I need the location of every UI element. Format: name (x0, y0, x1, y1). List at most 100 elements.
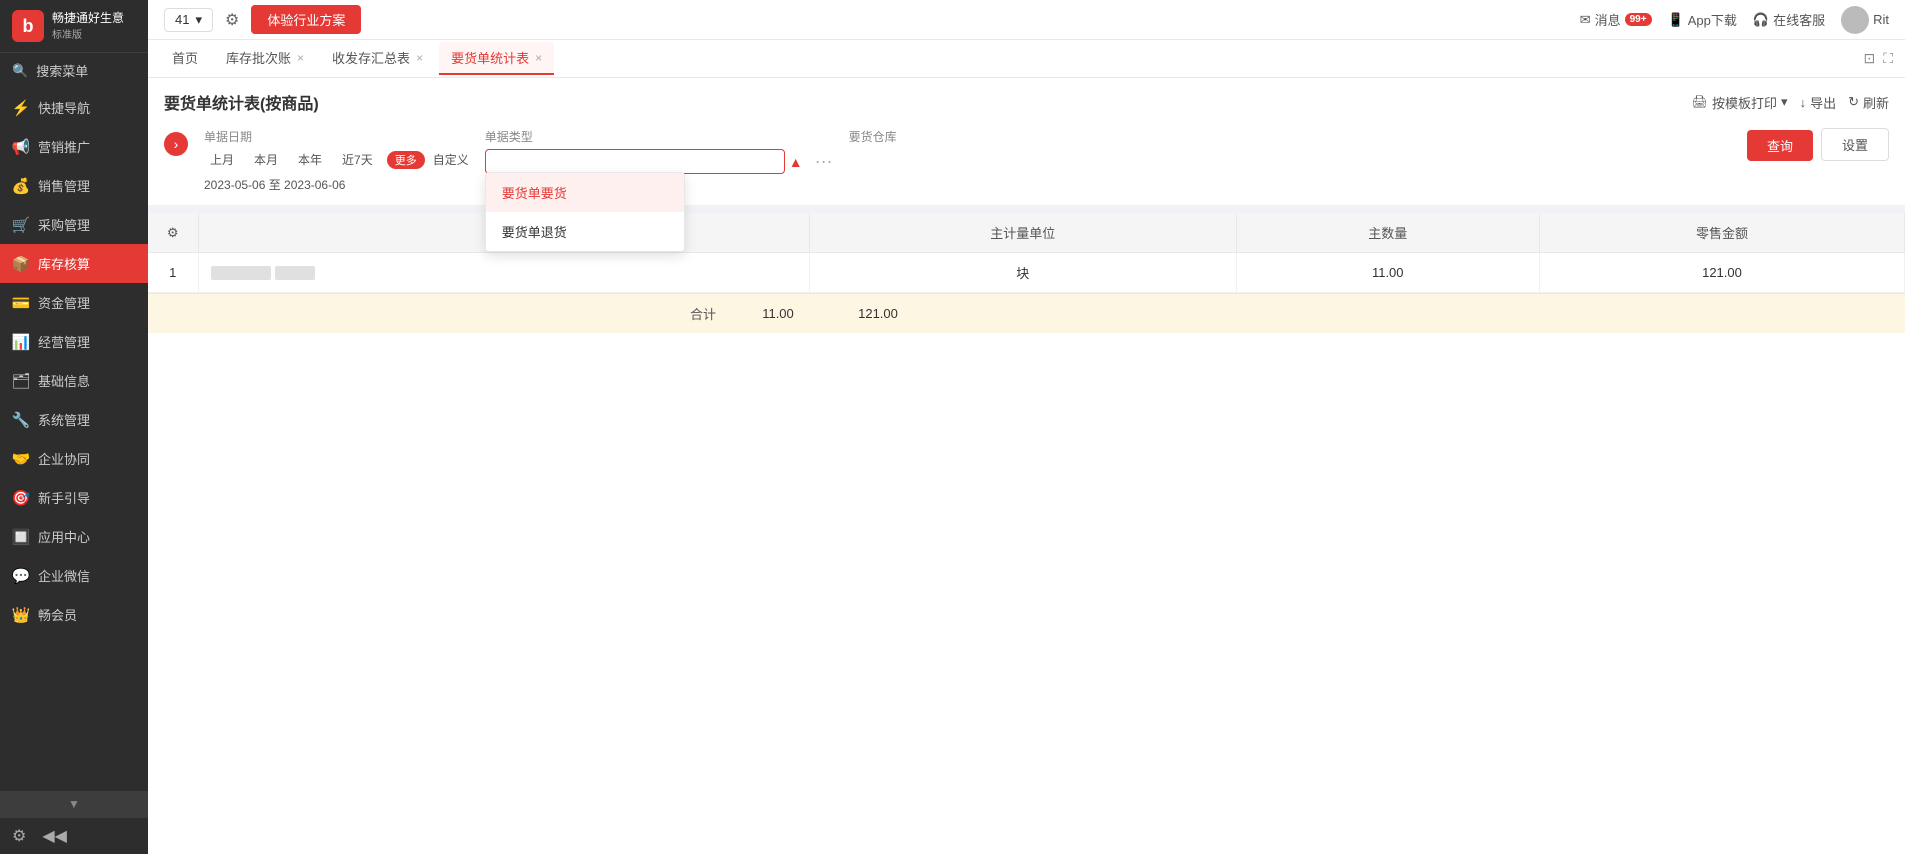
sidebar-item-system[interactable]: 🔧 系统管理 (0, 400, 148, 439)
marketing-icon: 📢 (12, 138, 30, 156)
gear-button[interactable]: ⚙ (225, 10, 239, 30)
quantity-col-header: 主数量 (1236, 213, 1539, 253)
online-service-label: 在线客服 (1773, 10, 1825, 29)
tab-close-icon[interactable]: × (416, 51, 423, 65)
dropdown-item-order-return[interactable]: 要货单退货 (486, 212, 684, 251)
sidebar-nav: ⚡ 快捷导航 📢 营销推广 💰 销售管理 🛒 采购管理 📦 库存核算 💳 资金管… (0, 88, 148, 791)
sidebar-item-label: 新手引导 (38, 488, 90, 507)
query-button[interactable]: 查询 (1747, 130, 1813, 161)
custom-date-btn[interactable]: 自定义 (433, 151, 469, 168)
inventory-icon: 📦 (12, 255, 30, 273)
message-icon: ✉ (1580, 12, 1591, 28)
sidebar-item-appstore[interactable]: 🔲 应用中心 (0, 517, 148, 556)
product-placeholder-1 (211, 266, 271, 280)
print-icon: 🖨 (1692, 94, 1709, 110)
trial-button[interactable]: 体验行业方案 (251, 5, 361, 34)
last-7-days-btn[interactable]: 近7天 (336, 149, 379, 170)
amount-col-header: 零售金额 (1539, 213, 1904, 253)
sidebar-logo: b 畅捷通好生意 标准版 (0, 0, 148, 53)
tab-fullscreen-btn[interactable]: ⛶ (1883, 50, 1893, 67)
total-quantity: 11.00 (728, 306, 828, 321)
brand-name: 畅捷通好生意 (52, 11, 124, 27)
sales-icon: 💰 (12, 177, 30, 195)
brand-sub: 标准版 (52, 26, 124, 41)
company-selector[interactable]: 41 ▾ (164, 8, 213, 32)
main-content: 41 ▾ ⚙ 体验行业方案 ✉ 消息 99+ 📱 App下载 🎧 在线客服 R (148, 0, 1905, 854)
tab-close-icon[interactable]: × (297, 51, 304, 65)
phone-icon: 📱 (1668, 12, 1684, 28)
this-year-btn[interactable]: 本年 (292, 149, 328, 170)
filter-action-buttons: 查询 设置 (1747, 128, 1889, 161)
sidebar-item-quick-nav[interactable]: ⚡ 快捷导航 (0, 88, 148, 127)
message-action[interactable]: ✉ 消息 99+ (1580, 10, 1652, 29)
sidebar-item-enterprise[interactable]: 🤝 企业协同 (0, 439, 148, 478)
warehouse-filter-group: 要货仓库 (849, 128, 897, 179)
filter-bar: › 单据日期 上月 本月 本年 近7天 更多 自定义 2023-05-06 至 … (148, 120, 1905, 205)
collapse-icon[interactable]: ◀◀ (42, 826, 67, 846)
header-right: ✉ 消息 99+ 📱 App下载 🎧 在线客服 Rit (1580, 6, 1889, 34)
refresh-label: 刷新 (1863, 93, 1889, 112)
refresh-icon: ↻ (1848, 94, 1859, 110)
sidebar-item-inventory[interactable]: 📦 库存核算 (0, 244, 148, 283)
sidebar-item-guide[interactable]: 🎯 新手引导 (0, 478, 148, 517)
tab-receipt-summary[interactable]: 收发存汇总表 × (320, 42, 435, 75)
user-profile[interactable]: Rit (1841, 6, 1889, 34)
settings-icon[interactable]: ⚙ (12, 826, 26, 846)
app-download-action[interactable]: 📱 App下载 (1668, 10, 1737, 29)
username: Rit (1873, 12, 1889, 27)
data-table: ⚙ 商品 主计量单位 主数量 零售金额 1 (148, 213, 1905, 293)
app-brand: 畅捷通好生意 标准版 (52, 11, 124, 42)
sidebar-item-purchase[interactable]: 🛒 采购管理 (0, 205, 148, 244)
purchase-icon: 🛒 (12, 216, 30, 234)
tab-window-btn[interactable]: ⊡ (1863, 50, 1875, 67)
tab-inventory-batch[interactable]: 库存批次账 × (214, 42, 316, 75)
avatar (1841, 6, 1869, 34)
last-month-btn[interactable]: 上月 (204, 149, 240, 170)
sidebar-item-member[interactable]: 👑 畅会员 (0, 595, 148, 634)
sidebar-item-label: 应用中心 (38, 527, 90, 546)
type-filter-group: 单据类型 ▲ ··· (485, 128, 833, 174)
unit-col-header: 主计量单位 (809, 213, 1236, 253)
total-label: 合计 (148, 304, 728, 323)
filter-settings-button[interactable]: 设置 (1821, 128, 1889, 161)
refresh-button[interactable]: ↻ 刷新 (1848, 93, 1889, 112)
row-unit: 块 (809, 253, 1236, 293)
sidebar-item-label: 经营管理 (38, 332, 90, 351)
online-service-action[interactable]: 🎧 在线客服 (1753, 10, 1825, 29)
type-chevron-up-icon[interactable]: ▲ (789, 154, 803, 170)
sidebar-item-label: 采购管理 (38, 215, 90, 234)
total-amount: 121.00 (828, 306, 928, 321)
filter-expand-button[interactable]: › (164, 132, 188, 156)
tab-close-icon[interactable]: × (535, 51, 542, 65)
sidebar-item-basic[interactable]: 🗂 基础信息 (0, 361, 148, 400)
sidebar-scroll-down[interactable]: ▼ (0, 795, 148, 813)
row-amount: 121.00 (1539, 253, 1904, 293)
type-filter-wrapper: 单据类型 ▲ ··· 要货单要货 要货单退货 (485, 128, 833, 174)
tab-order-stats[interactable]: 要货单统计表 × (439, 42, 554, 75)
print-button[interactable]: 🖨 按模板打印 ▾ (1692, 93, 1788, 112)
guide-icon: 🎯 (12, 489, 30, 507)
headset-icon: 🎧 (1753, 12, 1769, 28)
sidebar-item-label: 快捷导航 (38, 98, 90, 117)
row-product (198, 253, 809, 293)
search-label: 搜索菜单 (36, 61, 88, 80)
sidebar-search[interactable]: 🔍 搜索菜单 (0, 53, 148, 88)
dropdown-item-order-goods[interactable]: 要货单要货 (486, 173, 684, 212)
page-header: 要货单统计表(按商品) 🖨 按模板打印 ▾ ↓ 导出 ↻ 刷新 (148, 78, 1905, 120)
sidebar-item-wechat[interactable]: 💬 企业微信 (0, 556, 148, 595)
more-dates-btn[interactable]: 更多 (387, 151, 425, 169)
sidebar-item-marketing[interactable]: 📢 营销推广 (0, 127, 148, 166)
sidebar-item-operation[interactable]: 📊 经营管理 (0, 322, 148, 361)
export-button[interactable]: ↓ 导出 (1800, 93, 1837, 112)
sidebar-item-label: 库存核算 (38, 254, 90, 273)
filter-more-icon[interactable]: ··· (815, 151, 833, 172)
date-quick-buttons: 上月 本月 本年 近7天 更多 自定义 (204, 149, 469, 170)
type-filter-input[interactable] (485, 149, 785, 174)
tab-home[interactable]: 首页 (160, 42, 210, 75)
sidebar-item-sales[interactable]: 💰 销售管理 (0, 166, 148, 205)
sidebar-item-finance[interactable]: 💳 资金管理 (0, 283, 148, 322)
this-month-btn[interactable]: 本月 (248, 149, 284, 170)
header-left: 41 ▾ ⚙ 体验行业方案 (164, 5, 361, 34)
settings-col-header[interactable]: ⚙ (148, 213, 198, 253)
product-cell (211, 266, 797, 280)
